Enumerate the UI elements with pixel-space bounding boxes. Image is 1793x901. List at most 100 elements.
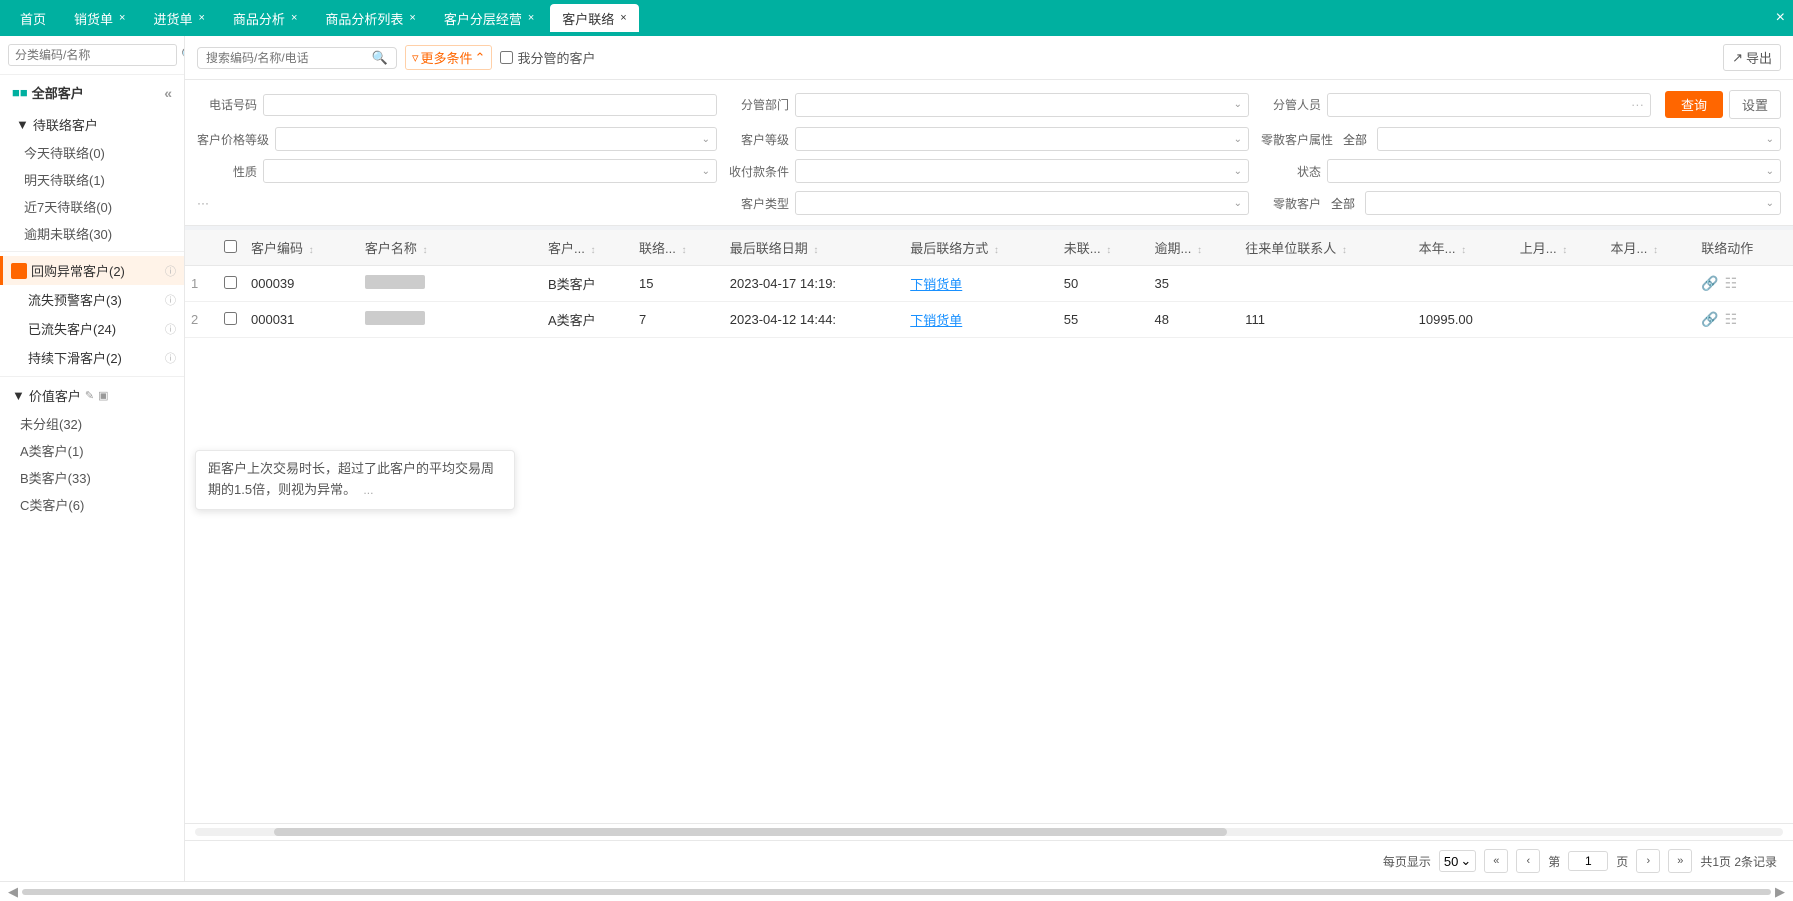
filter-row-phone: 电话号码 bbox=[197, 90, 717, 119]
export-button[interactable]: ↗ 导出 bbox=[1723, 44, 1781, 71]
tab-product-analysis[interactable]: 商品分析 × bbox=[221, 4, 309, 32]
sidebar-item-repurchase-anomaly[interactable]: 回购异常客户(2) ⓘ bbox=[0, 256, 184, 285]
col-this-month[interactable]: 本月... ↕ bbox=[1604, 230, 1695, 266]
row1-checkbox[interactable] bbox=[224, 276, 237, 289]
search-input[interactable] bbox=[206, 51, 368, 65]
bottom-scrollbar[interactable] bbox=[22, 889, 1771, 895]
nature-select[interactable]: ⌄ bbox=[263, 159, 717, 183]
tab-customer-tier[interactable]: 客户分层经营 × bbox=[432, 4, 546, 32]
col-name[interactable]: 客户名称 ↕ bbox=[359, 230, 542, 266]
value-group-edit-icon[interactable]: ✎ bbox=[85, 389, 94, 402]
sidebar-item-class-c[interactable]: C类客户(6) bbox=[0, 491, 184, 518]
retail-cust-select[interactable]: ⌄ bbox=[1365, 191, 1781, 215]
page-next-btn[interactable]: › bbox=[1636, 849, 1660, 873]
row1-method-link[interactable]: 下销货单 bbox=[910, 277, 962, 292]
sidebar-item-declining[interactable]: 持续下滑客户(2) ⓘ bbox=[0, 343, 184, 372]
sidebar-item-class-b[interactable]: B类客户(33) bbox=[0, 464, 184, 491]
my-customer-checkbox-wrap[interactable]: 我分管的客户 bbox=[500, 48, 595, 67]
dept-select[interactable]: ⌄ bbox=[795, 93, 1249, 117]
person-select[interactable]: ··· bbox=[1327, 93, 1651, 117]
bottom-right-arrow[interactable]: ▶ bbox=[1775, 884, 1785, 900]
sort-icon-last-date: ↕ bbox=[813, 245, 818, 256]
row2-name[interactable] bbox=[359, 302, 542, 338]
window-close-button[interactable]: × bbox=[1776, 9, 1785, 27]
row2-method-link[interactable]: 下销货单 bbox=[910, 313, 962, 328]
row2-link-icon[interactable]: 🔗 bbox=[1701, 311, 1718, 328]
tab-product-analysis-close[interactable]: × bbox=[291, 12, 297, 24]
value-group-settings-icon[interactable]: ▣ bbox=[98, 389, 108, 402]
sidebar-search-input[interactable] bbox=[8, 44, 177, 66]
page-label-text: 第 bbox=[1548, 853, 1560, 870]
sidebar-group-pending[interactable]: ▼ 待联络客户 bbox=[0, 110, 184, 139]
repurchase-info-icon[interactable]: ⓘ bbox=[165, 263, 176, 279]
retail-attr-select[interactable]: ⌄ bbox=[1377, 127, 1781, 151]
row1-name[interactable] bbox=[359, 266, 542, 302]
tab-product-list-close[interactable]: × bbox=[409, 12, 415, 24]
settings-button[interactable]: 设置 bbox=[1729, 90, 1781, 119]
table-wrap[interactable]: 客户编码 ↕ 客户名称 ↕ 客户... ↕ bbox=[185, 230, 1793, 823]
col-overdue[interactable]: 逾期... ↕ bbox=[1149, 230, 1240, 266]
row2-checkbox-cell bbox=[215, 302, 245, 338]
row2-checkbox[interactable] bbox=[224, 312, 237, 325]
nature-label: 性质 bbox=[197, 163, 257, 180]
sidebar: 🔍 ■■ 全部客户 « ▼ 待联络客户 今天待联络(0) 明天待联络(1) 近7… bbox=[0, 36, 185, 881]
price-grade-select[interactable]: ⌄ bbox=[275, 127, 717, 151]
col-category[interactable]: 客户... ↕ bbox=[542, 230, 633, 266]
tab-purchase-close[interactable]: × bbox=[198, 12, 204, 24]
tab-sales-order[interactable]: 销货单 × bbox=[62, 4, 137, 32]
select-all-checkbox[interactable] bbox=[224, 240, 237, 253]
row2-grid-icon[interactable]: ☷ bbox=[1725, 311, 1738, 328]
sidebar-item-unclassified[interactable]: 未分组(32) bbox=[0, 410, 184, 437]
col-last-date[interactable]: 最后联络日期 ↕ bbox=[724, 230, 904, 266]
page-number-input[interactable] bbox=[1568, 851, 1608, 871]
more-conditions-btn[interactable]: ▿ 更多条件 ⌃ bbox=[405, 45, 492, 70]
col-contact-count[interactable]: 联络... ↕ bbox=[633, 230, 724, 266]
page-first-btn[interactable]: « bbox=[1484, 849, 1508, 873]
churned-info-icon[interactable]: ⓘ bbox=[165, 321, 176, 337]
filter-dots-label[interactable]: ··· bbox=[197, 196, 209, 210]
sidebar-item-churned[interactable]: 已流失客户(24) ⓘ bbox=[0, 314, 184, 343]
status-select[interactable]: ⌄ bbox=[1327, 159, 1781, 183]
churn-warning-info-icon[interactable]: ⓘ bbox=[165, 292, 176, 308]
cust-type-select[interactable]: ⌄ bbox=[795, 191, 1249, 215]
tab-customer-contact[interactable]: 客户联络 × bbox=[550, 4, 638, 32]
scroll-thumb[interactable] bbox=[274, 828, 1227, 836]
search-icon[interactable]: 🔍 bbox=[372, 50, 388, 66]
sidebar-item-today[interactable]: 今天待联络(0) bbox=[0, 139, 184, 166]
phone-input[interactable] bbox=[263, 94, 717, 116]
row2-last-method[interactable]: 下销货单 bbox=[904, 302, 1058, 338]
status-label: 状态 bbox=[1261, 163, 1321, 180]
tab-customer-contact-close[interactable]: × bbox=[620, 12, 626, 24]
declining-info-icon[interactable]: ⓘ bbox=[165, 350, 176, 366]
row1-grid-icon[interactable]: ☷ bbox=[1725, 275, 1738, 292]
tab-customer-tier-close[interactable]: × bbox=[528, 12, 534, 24]
query-button[interactable]: 查询 bbox=[1665, 91, 1723, 118]
per-page-select[interactable]: 50 ⌄ bbox=[1439, 850, 1476, 872]
sidebar-item-tomorrow[interactable]: 明天待联络(1) bbox=[0, 166, 184, 193]
sidebar-item-churn-warning[interactable]: 流失预警客户(3) ⓘ bbox=[0, 285, 184, 314]
col-unit-contact[interactable]: 往来单位联系人 ↕ bbox=[1239, 230, 1412, 266]
tab-sales-close[interactable]: × bbox=[119, 12, 125, 24]
col-uncontacted[interactable]: 未联... ↕ bbox=[1058, 230, 1149, 266]
sidebar-collapse-btn[interactable]: « bbox=[164, 85, 172, 101]
horizontal-scrollbar[interactable] bbox=[185, 823, 1793, 840]
row1-last-method[interactable]: 下销货单 bbox=[904, 266, 1058, 302]
col-last-month[interactable]: 上月... ↕ bbox=[1514, 230, 1605, 266]
bottom-left-arrow[interactable]: ◀ bbox=[8, 884, 18, 900]
cust-grade-select[interactable]: ⌄ bbox=[795, 127, 1249, 151]
row1-link-icon[interactable]: 🔗 bbox=[1701, 275, 1718, 292]
payment-select[interactable]: ⌄ bbox=[795, 159, 1249, 183]
sidebar-item-7days[interactable]: 近7天待联络(0) bbox=[0, 193, 184, 220]
page-prev-btn[interactable]: ‹ bbox=[1516, 849, 1540, 873]
tab-home[interactable]: 首页 bbox=[8, 4, 58, 32]
tab-purchase-order[interactable]: 进货单 × bbox=[141, 4, 216, 32]
sidebar-item-class-a[interactable]: A类客户(1) bbox=[0, 437, 184, 464]
page-last-btn[interactable]: » bbox=[1668, 849, 1692, 873]
my-customer-checkbox[interactable] bbox=[500, 51, 513, 64]
col-last-method[interactable]: 最后联络方式 ↕ bbox=[904, 230, 1058, 266]
value-customer-header[interactable]: ▼ 价值客户 ✎ ▣ bbox=[0, 381, 184, 410]
col-code[interactable]: 客户编码 ↕ bbox=[245, 230, 359, 266]
sidebar-item-overdue[interactable]: 逾期未联络(30) bbox=[0, 220, 184, 247]
col-this-year[interactable]: 本年... ↕ bbox=[1413, 230, 1514, 266]
tab-product-analysis-list[interactable]: 商品分析列表 × bbox=[313, 4, 427, 32]
